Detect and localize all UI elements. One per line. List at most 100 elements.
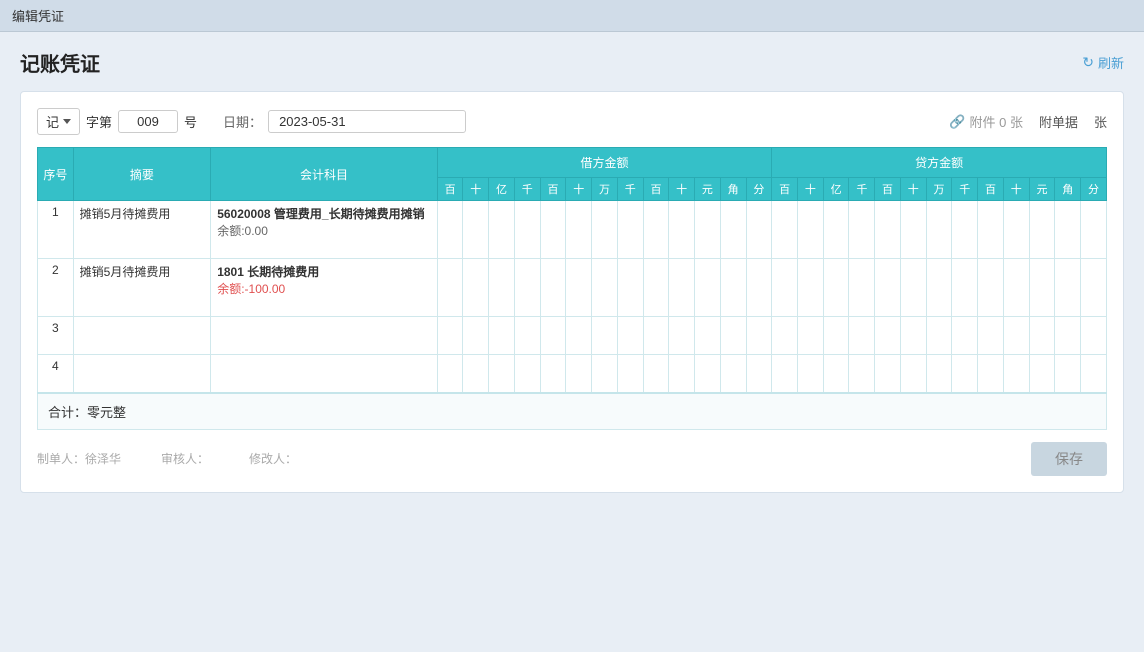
debit-digit-4-7[interactable] — [592, 355, 618, 393]
credit-digit-2-9[interactable] — [978, 259, 1004, 317]
debit-digit-1-10[interactable] — [669, 201, 695, 259]
row-account-3[interactable] — [211, 317, 438, 355]
credit-digit-4-11[interactable] — [1029, 355, 1055, 393]
debit-digit-2-12[interactable] — [720, 259, 746, 317]
debit-digit-2-2[interactable] — [463, 259, 489, 317]
row-account-2[interactable]: 1801 长期待摊费用余额:-100.00 — [211, 259, 438, 317]
credit-digit-3-1[interactable] — [772, 317, 798, 355]
debit-digit-4-10[interactable] — [669, 355, 695, 393]
debit-digit-3-4[interactable] — [514, 317, 540, 355]
debit-digit-1-9[interactable] — [643, 201, 669, 259]
debit-digit-1-7[interactable] — [592, 201, 618, 259]
credit-digit-4-7[interactable] — [926, 355, 952, 393]
credit-digit-1-11[interactable] — [1029, 201, 1055, 259]
credit-digit-1-7[interactable] — [926, 201, 952, 259]
ji-dropdown[interactable]: 记 — [37, 108, 80, 135]
credit-digit-2-13[interactable] — [1081, 259, 1107, 317]
attachment-button[interactable]: 🔗 附件 0 张 — [949, 112, 1023, 131]
credit-digit-2-5[interactable] — [875, 259, 901, 317]
debit-digit-4-4[interactable] — [514, 355, 540, 393]
debit-digit-2-10[interactable] — [669, 259, 695, 317]
credit-digit-3-4[interactable] — [849, 317, 875, 355]
debit-digit-3-11[interactable] — [695, 317, 721, 355]
credit-digit-4-4[interactable] — [849, 355, 875, 393]
credit-digit-2-7[interactable] — [926, 259, 952, 317]
credit-digit-4-1[interactable] — [772, 355, 798, 393]
debit-digit-3-3[interactable] — [489, 317, 515, 355]
debit-digit-3-7[interactable] — [592, 317, 618, 355]
credit-digit-3-9[interactable] — [978, 317, 1004, 355]
credit-digit-1-3[interactable] — [823, 201, 849, 259]
debit-digit-3-2[interactable] — [463, 317, 489, 355]
debit-digit-2-6[interactable] — [566, 259, 592, 317]
credit-digit-2-10[interactable] — [1003, 259, 1029, 317]
debit-digit-2-9[interactable] — [643, 259, 669, 317]
debit-digit-1-3[interactable] — [489, 201, 515, 259]
credit-digit-1-9[interactable] — [978, 201, 1004, 259]
credit-digit-2-8[interactable] — [952, 259, 978, 317]
debit-digit-1-13[interactable] — [746, 201, 772, 259]
row-summary-2[interactable]: 摊销5月待摊费用 — [73, 259, 211, 317]
debit-digit-4-8[interactable] — [617, 355, 643, 393]
credit-digit-3-7[interactable] — [926, 317, 952, 355]
credit-digit-3-6[interactable] — [900, 317, 926, 355]
credit-digit-1-5[interactable] — [875, 201, 901, 259]
debit-digit-3-5[interactable] — [540, 317, 566, 355]
debit-digit-4-12[interactable] — [720, 355, 746, 393]
credit-digit-1-6[interactable] — [900, 201, 926, 259]
row-summary-4[interactable] — [73, 355, 211, 393]
debit-digit-1-5[interactable] — [540, 201, 566, 259]
credit-digit-1-10[interactable] — [1003, 201, 1029, 259]
fudanju-button[interactable]: 附单据 — [1039, 112, 1078, 131]
credit-digit-4-3[interactable] — [823, 355, 849, 393]
debit-digit-3-9[interactable] — [643, 317, 669, 355]
save-button[interactable]: 保存 — [1031, 442, 1107, 476]
credit-digit-4-10[interactable] — [1003, 355, 1029, 393]
credit-digit-2-11[interactable] — [1029, 259, 1055, 317]
credit-digit-2-12[interactable] — [1055, 259, 1081, 317]
credit-digit-4-5[interactable] — [875, 355, 901, 393]
credit-digit-1-4[interactable] — [849, 201, 875, 259]
credit-digit-2-3[interactable] — [823, 259, 849, 317]
debit-digit-2-8[interactable] — [617, 259, 643, 317]
credit-digit-4-12[interactable] — [1055, 355, 1081, 393]
credit-digit-3-8[interactable] — [952, 317, 978, 355]
debit-digit-1-2[interactable] — [463, 201, 489, 259]
credit-digit-1-2[interactable] — [797, 201, 823, 259]
credit-digit-3-13[interactable] — [1081, 317, 1107, 355]
credit-digit-4-9[interactable] — [978, 355, 1004, 393]
row-summary-3[interactable] — [73, 317, 211, 355]
credit-digit-4-13[interactable] — [1081, 355, 1107, 393]
debit-digit-1-4[interactable] — [514, 201, 540, 259]
debit-digit-3-6[interactable] — [566, 317, 592, 355]
credit-digit-3-3[interactable] — [823, 317, 849, 355]
credit-digit-2-4[interactable] — [849, 259, 875, 317]
debit-digit-1-11[interactable] — [695, 201, 721, 259]
debit-digit-1-6[interactable] — [566, 201, 592, 259]
debit-digit-2-1[interactable] — [437, 259, 463, 317]
refresh-button[interactable]: ↻ 刷新 — [1082, 53, 1124, 72]
credit-digit-2-2[interactable] — [797, 259, 823, 317]
credit-digit-4-8[interactable] — [952, 355, 978, 393]
debit-digit-4-6[interactable] — [566, 355, 592, 393]
debit-digit-1-1[interactable] — [437, 201, 463, 259]
zi-number-input[interactable] — [118, 110, 178, 133]
credit-digit-3-5[interactable] — [875, 317, 901, 355]
debit-digit-3-10[interactable] — [669, 317, 695, 355]
debit-digit-2-5[interactable] — [540, 259, 566, 317]
credit-digit-3-2[interactable] — [797, 317, 823, 355]
row-account-1[interactable]: 56020008 管理费用_长期待摊费用摊销余额:0.00 — [211, 201, 438, 259]
debit-digit-4-13[interactable] — [746, 355, 772, 393]
credit-digit-1-1[interactable] — [772, 201, 798, 259]
row-summary-1[interactable]: 摊销5月待摊费用 — [73, 201, 211, 259]
debit-digit-4-3[interactable] — [489, 355, 515, 393]
debit-digit-3-12[interactable] — [720, 317, 746, 355]
debit-digit-4-1[interactable] — [437, 355, 463, 393]
credit-digit-1-13[interactable] — [1081, 201, 1107, 259]
debit-digit-4-2[interactable] — [463, 355, 489, 393]
credit-digit-3-12[interactable] — [1055, 317, 1081, 355]
credit-digit-3-10[interactable] — [1003, 317, 1029, 355]
debit-digit-3-13[interactable] — [746, 317, 772, 355]
debit-digit-2-13[interactable] — [746, 259, 772, 317]
credit-digit-1-8[interactable] — [952, 201, 978, 259]
